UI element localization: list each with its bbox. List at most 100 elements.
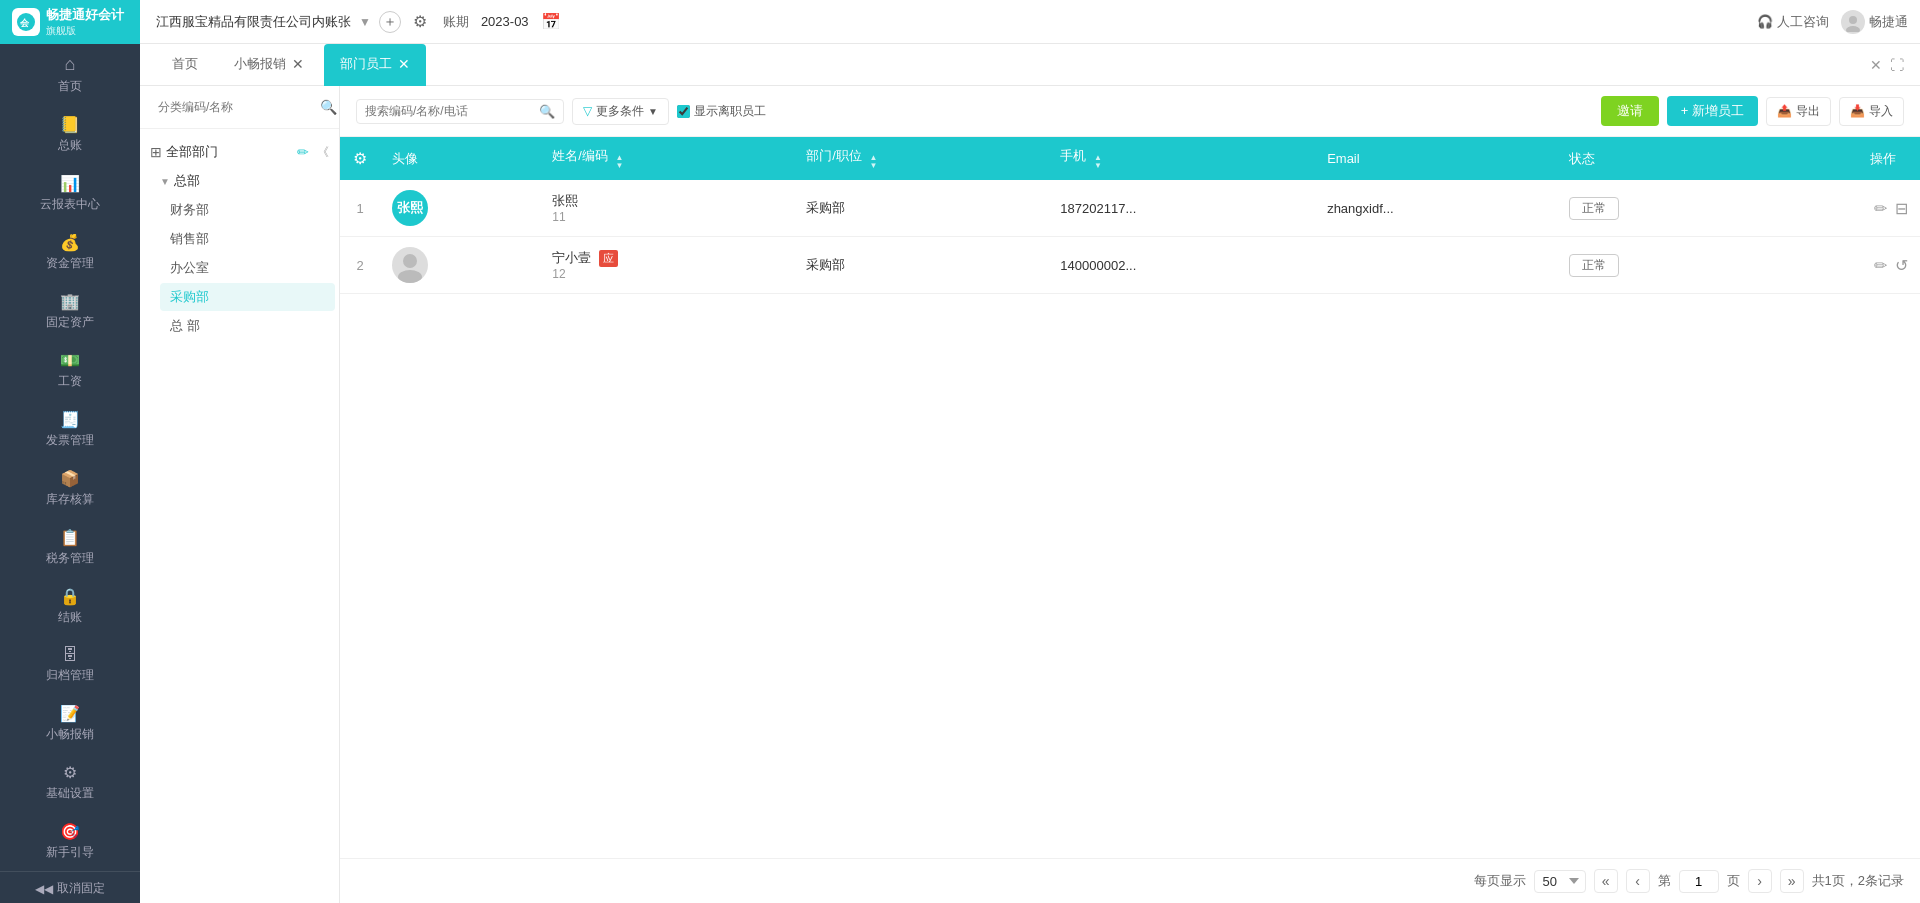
close-window-icon[interactable]: ✕ <box>1870 57 1882 73</box>
sidebar-item-payroll[interactable]: 💵 工资 <box>0 341 140 400</box>
email-cell-2 <box>1315 237 1557 294</box>
expand-window-icon[interactable]: ⛶ <box>1890 57 1904 73</box>
th-dept[interactable]: 部门/职位 ▲▼ <box>794 137 1048 180</box>
dept-item-xiaoshoubu[interactable]: 销售部 <box>160 225 335 253</box>
sidebar-item-assets[interactable]: 🏢 固定资产 <box>0 282 140 341</box>
action-icons-2: ✏ ↺ <box>1766 256 1908 275</box>
sidebar-item-funds[interactable]: 💰 资金管理 <box>0 223 140 282</box>
email-cell-1: zhangxidf... <box>1315 180 1557 237</box>
export-button[interactable]: 📤 导出 <box>1766 97 1831 126</box>
add-employee-button[interactable]: + 新增员工 <box>1667 96 1758 126</box>
per-page-select[interactable]: 10 20 50 100 <box>1534 870 1586 893</box>
tag-ying-2: 应 <box>599 250 618 267</box>
table-settings-icon[interactable]: ⚙ <box>353 150 367 167</box>
avatar <box>1841 10 1865 34</box>
dept-item-zongbu[interactable]: 总 部 <box>160 312 335 340</box>
action-cell-1: ✏ ⊟ <box>1754 180 1920 237</box>
dept-tree: ⊞ 全部部门 ✏ 《 ▼ 总部 财务部 <box>140 129 339 903</box>
next-page-button[interactable]: › <box>1748 869 1772 893</box>
dept-search-input[interactable] <box>150 96 316 118</box>
show-resigned-checkbox[interactable] <box>677 105 690 118</box>
sidebar-item-close[interactable]: 🔒 结账 <box>0 577 140 636</box>
export-label: 导出 <box>1796 103 1820 120</box>
first-page-button[interactable]: « <box>1594 869 1618 893</box>
delete-icon-1[interactable]: ⊟ <box>1895 199 1908 218</box>
status-badge-1: 正常 <box>1569 197 1619 220</box>
sidebar-label-assets: 固定资产 <box>46 314 94 331</box>
archive-icon: 🗄 <box>62 646 78 664</box>
dropdown-arrow-icon[interactable]: ▼ <box>359 15 371 29</box>
dept-root-item[interactable]: ⊞ 全部部门 ✏ 《 <box>140 137 339 167</box>
dept-item-caiwubu[interactable]: 财务部 <box>160 196 335 224</box>
employee-search-input[interactable] <box>365 104 535 118</box>
user-area[interactable]: 畅捷通 <box>1841 10 1908 34</box>
tab-dept-label: 部门员工 <box>340 55 392 73</box>
sidebar-item-invoice[interactable]: 🧾 发票管理 <box>0 400 140 459</box>
sidebar-item-expense[interactable]: 📝 小畅报销 <box>0 694 140 753</box>
per-page-label: 每页显示 <box>1474 872 1526 890</box>
employee-toolbar: 🔍 ▽ 更多条件 ▼ 显示离职员工 邀请 + 新增员工 <box>340 86 1920 137</box>
calendar-icon[interactable]: 📅 <box>541 12 561 31</box>
tab-expense[interactable]: 小畅报销 ✕ <box>218 44 320 86</box>
service-button[interactable]: 🎧 人工咨询 <box>1757 13 1829 31</box>
dept-item-caigoubu[interactable]: 采购部 <box>160 283 335 311</box>
tab-dept-employee[interactable]: 部门员工 ✕ <box>324 44 426 86</box>
sidebar-item-ledger[interactable]: 📒 总账 <box>0 105 140 164</box>
svg-point-4 <box>403 254 417 268</box>
tax-icon: 📋 <box>60 528 80 547</box>
sort-phone-icon: ▲▼ <box>1094 154 1102 170</box>
sidebar-label-funds: 资金管理 <box>46 255 94 272</box>
employee-name-1: 张熙 <box>552 192 782 210</box>
edit-icon-1[interactable]: ✏ <box>1874 199 1887 218</box>
tab-dept-close-icon[interactable]: ✕ <box>398 56 410 72</box>
dept-parent-zonbu: ▼ 总部 <box>140 167 339 195</box>
cancel-pin-area[interactable]: ◀◀ 取消固定 <box>0 871 140 903</box>
sidebar-item-archive[interactable]: 🗄 归档管理 <box>0 636 140 694</box>
status-cell-2: 正常 <box>1557 237 1755 294</box>
invite-button[interactable]: 邀请 <box>1601 96 1659 126</box>
prev-page-button[interactable]: ‹ <box>1626 869 1650 893</box>
dept-item-bangongshi[interactable]: 办公室 <box>160 254 335 282</box>
sort-name-icon: ▲▼ <box>615 154 623 170</box>
refresh-icon-2[interactable]: ↺ <box>1895 256 1908 275</box>
dept-collapse-icon[interactable]: 《 <box>317 144 329 161</box>
row-index-2: 2 <box>340 237 380 294</box>
more-filter-button[interactable]: ▽ 更多条件 ▼ <box>572 98 669 125</box>
export-icon: 📤 <box>1777 104 1792 118</box>
last-page-button[interactable]: » <box>1780 869 1804 893</box>
edit-icon-2[interactable]: ✏ <box>1874 256 1887 275</box>
page-input[interactable] <box>1679 870 1719 893</box>
dept-edit-icon[interactable]: ✏ <box>297 144 309 160</box>
th-phone[interactable]: 手机 ▲▼ <box>1048 137 1315 180</box>
tab-home[interactable]: 首页 <box>156 44 214 86</box>
invoice-icon: 🧾 <box>60 410 80 429</box>
svg-point-2 <box>1849 16 1857 24</box>
import-button[interactable]: 📥 导入 <box>1839 97 1904 126</box>
close-period-icon: 🔒 <box>60 587 80 606</box>
th-name[interactable]: 姓名/编码 ▲▼ <box>540 137 794 180</box>
sidebar-label-archive: 归档管理 <box>46 667 94 684</box>
ledger-icon: 📒 <box>60 115 80 134</box>
sidebar-item-tax[interactable]: 📋 税务管理 <box>0 518 140 577</box>
sidebar-item-guide[interactable]: 🎯 新手引导 <box>0 812 140 871</box>
sidebar-item-settings[interactable]: ⚙ 基础设置 <box>0 753 140 812</box>
tab-expense-close-icon[interactable]: ✕ <box>292 56 304 72</box>
sidebar-item-inventory[interactable]: 📦 库存核算 <box>0 459 140 518</box>
sidebar-label-ledger: 总账 <box>58 137 82 154</box>
logo-text-area: 畅捷通好会计 旗舰版 <box>46 6 124 38</box>
guide-icon: 🎯 <box>60 822 80 841</box>
employee-search-wrap[interactable]: 🔍 <box>356 99 564 124</box>
th-settings[interactable]: ⚙ <box>340 137 380 180</box>
sidebar-label-settings: 基础设置 <box>46 785 94 802</box>
show-resigned-checkbox-wrap[interactable]: 显示离职员工 <box>677 103 766 120</box>
sidebar-item-home[interactable]: ⌂ 首页 <box>0 44 140 105</box>
main-layout: ⌂ 首页 📒 总账 📊 云报表中心 💰 资金管理 🏢 固定资产 💵 工资 🧾 发… <box>0 44 1920 903</box>
employee-search-icon[interactable]: 🔍 <box>539 104 555 119</box>
settings-gear-icon[interactable]: ⚙ <box>413 12 427 31</box>
table-row: 1 张熙 张熙 11 采购部 187202117... zh <box>340 180 1920 237</box>
user-name: 畅捷通 <box>1869 13 1908 31</box>
dept-search-icon[interactable]: 🔍 <box>320 99 337 115</box>
add-company-button[interactable]: ＋ <box>379 11 401 33</box>
show-resigned-label: 显示离职员工 <box>694 103 766 120</box>
sidebar-item-reports[interactable]: 📊 云报表中心 <box>0 164 140 223</box>
